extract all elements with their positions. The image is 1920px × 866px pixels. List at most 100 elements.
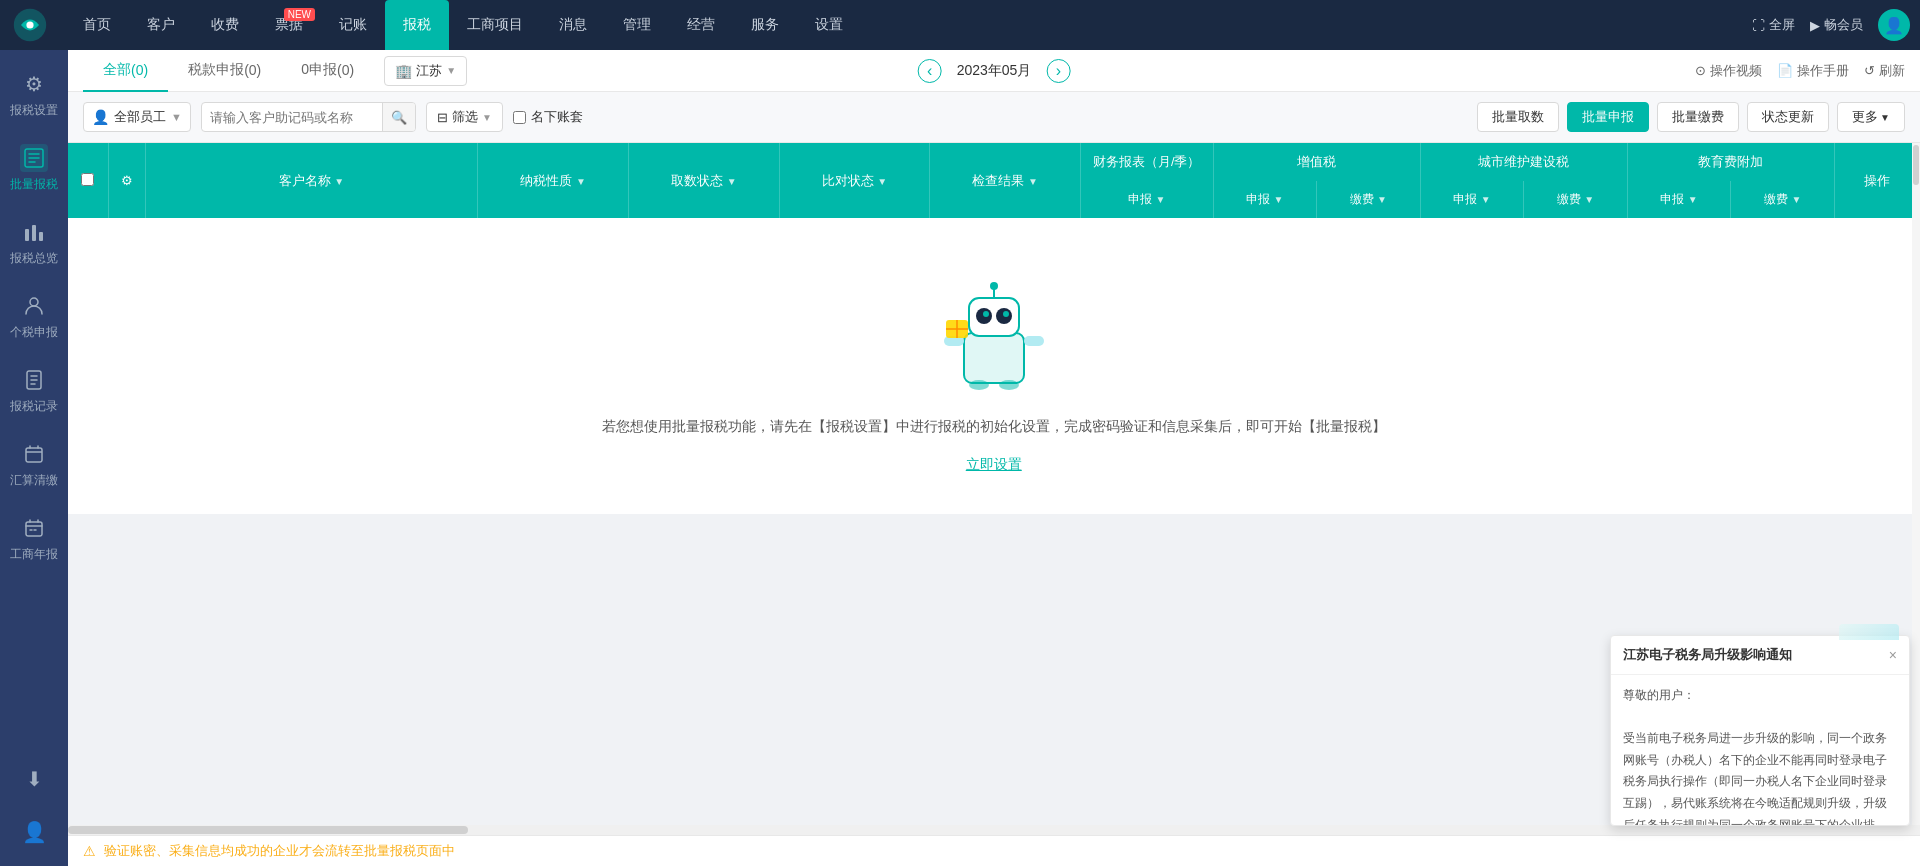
employee-select[interactable]: 👤 全部员工 ▼ — [83, 102, 191, 132]
member-btn[interactable]: ▶ 畅会员 — [1810, 16, 1863, 34]
empty-state: 若您想使用批量报税功能，请先在【报税设置】中进行报税的初始化设置，完成密码验证和… — [68, 218, 1920, 514]
settlement-icon — [20, 440, 48, 468]
warning-icon: ⚠ — [83, 843, 96, 859]
th-operation: 操作 — [1834, 143, 1919, 218]
more-button[interactable]: 更多 ▼ — [1837, 102, 1905, 132]
search-button[interactable]: 🔍 — [382, 102, 415, 132]
tab-zero-declaration[interactable]: 0申报(0) — [281, 50, 374, 92]
region-select[interactable]: 🏢 江苏 ▼ — [384, 56, 467, 86]
nav-operations[interactable]: 经营 — [669, 0, 733, 50]
batch-declare-button[interactable]: 批量申报 — [1567, 102, 1649, 132]
tab-all[interactable]: 全部(0) — [83, 50, 168, 92]
sidebar-download[interactable]: ⬇ — [15, 755, 53, 803]
svg-rect-3 — [25, 229, 29, 241]
more-chevron-icon: ▼ — [1880, 112, 1890, 123]
nav-customer[interactable]: 客户 — [129, 0, 193, 50]
svg-point-16 — [1003, 311, 1009, 317]
logo[interactable] — [10, 5, 50, 45]
th-fetch-status: 取数状态 ▼ — [628, 143, 779, 218]
sidebar-item-tax-records[interactable]: 报税记录 — [0, 356, 68, 425]
sidebar-bottom: ⬇ 👤 — [15, 755, 53, 856]
notification-panel: 江苏电子税务局升级影响通知 × 尊敬的用户： 受当前电子税务局进一步升级的影响，… — [1610, 635, 1910, 826]
batch-fetch-button[interactable]: 批量取数 — [1477, 102, 1559, 132]
check-filter-icon[interactable]: ▼ — [1028, 176, 1038, 187]
vat-declare-filter-icon[interactable]: ▼ — [1274, 194, 1284, 205]
svg-point-18 — [990, 282, 998, 290]
nav-manage[interactable]: 管理 — [605, 0, 669, 50]
fr-declare-filter-icon[interactable]: ▼ — [1155, 194, 1165, 205]
customer-filter-icon[interactable]: ▼ — [334, 176, 344, 187]
user-icon: 👤 — [20, 818, 48, 846]
sub-accounts-checkbox[interactable] — [513, 111, 526, 124]
nav-business[interactable]: 工商项目 — [449, 0, 541, 50]
sidebar-user[interactable]: 👤 — [15, 808, 53, 856]
member-icon: ▶ — [1810, 18, 1820, 33]
prev-month-btn[interactable]: ‹ — [918, 59, 942, 83]
batch-pay-button[interactable]: 批量缴费 — [1657, 102, 1739, 132]
fetch-filter-icon[interactable]: ▼ — [727, 176, 737, 187]
filter-button[interactable]: ⊟ 筛选 ▼ — [426, 102, 503, 132]
nav-home[interactable]: 首页 — [65, 0, 129, 50]
tab-tax-declaration[interactable]: 税款申报(0) — [168, 50, 281, 92]
nav-billing[interactable]: 收费 — [193, 0, 257, 50]
notification-title: 江苏电子税务局升级影响通知 — [1623, 646, 1792, 664]
vat-pay-filter-icon[interactable]: ▼ — [1377, 194, 1387, 205]
h-scrollbar[interactable] — [68, 825, 1920, 835]
nav-invoice[interactable]: 票据 NEW — [257, 0, 321, 50]
empty-state-row: 若您想使用批量报税功能，请先在【报税设置】中进行报税的初始化设置，完成密码验证和… — [68, 218, 1920, 514]
month-nav: ‹ 2023年05月 › — [918, 59, 1071, 83]
tax-nature-filter-icon[interactable]: ▼ — [576, 176, 586, 187]
v-scrollbar[interactable] — [1912, 143, 1920, 825]
notification-decoration — [1839, 624, 1899, 640]
setup-link[interactable]: 立即设置 — [966, 456, 1022, 474]
status-update-button[interactable]: 状态更新 — [1747, 102, 1829, 132]
sidebar-item-personal-tax[interactable]: 个税申报 — [0, 282, 68, 351]
nav-message[interactable]: 消息 — [541, 0, 605, 50]
toolbar-right: 批量取数 批量申报 批量缴费 状态更新 更多 ▼ — [1477, 102, 1905, 132]
nav-tax[interactable]: 报税 — [385, 0, 449, 50]
checkbox-label[interactable]: 名下账套 — [513, 108, 583, 126]
sidebar-item-annual-report[interactable]: 工商年报 — [0, 504, 68, 573]
fullscreen-icon: ⛶ — [1752, 18, 1765, 33]
city-pay-filter-icon[interactable]: ▼ — [1584, 194, 1594, 205]
sidebar-item-tax-settings[interactable]: ⚙ 报税设置 — [0, 60, 68, 129]
nav-settings[interactable]: 设置 — [797, 0, 861, 50]
notification-close-btn[interactable]: × — [1889, 647, 1897, 663]
edu-declare-filter-icon[interactable]: ▼ — [1688, 194, 1698, 205]
th-city-declare: 申报 ▼ — [1420, 181, 1524, 218]
annual-report-icon — [20, 514, 48, 542]
notification-line-1: 尊敬的用户： — [1623, 685, 1897, 707]
settings-icon[interactable]: ⚙ — [121, 173, 133, 188]
search-box: 🔍 — [201, 102, 416, 132]
empty-state-cell: 若您想使用批量报税功能，请先在【报税设置】中进行报税的初始化设置，完成密码验证和… — [68, 218, 1920, 514]
download-icon: ⬇ — [20, 765, 48, 793]
next-month-btn[interactable]: › — [1046, 59, 1070, 83]
refresh-btn[interactable]: ↺ 刷新 — [1864, 62, 1905, 80]
nav-service[interactable]: 服务 — [733, 0, 797, 50]
city-declare-filter-icon[interactable]: ▼ — [1481, 194, 1491, 205]
sidebar-item-settlement[interactable]: 汇算清缴 — [0, 430, 68, 499]
robot-illustration — [934, 278, 1054, 398]
personal-tax-icon — [20, 292, 48, 320]
region-icon: 🏢 — [395, 63, 412, 79]
svg-rect-8 — [26, 448, 42, 462]
compare-filter-icon[interactable]: ▼ — [877, 176, 887, 187]
th-check-result: 检查结果 ▼ — [930, 143, 1081, 218]
select-all-checkbox[interactable] — [81, 173, 94, 186]
th-customer-name: 客户名称 ▼ — [145, 143, 478, 218]
video-btn[interactable]: ⊙ 操作视频 — [1695, 62, 1762, 80]
tax-overview-icon — [20, 218, 48, 246]
th-tax-nature: 纳税性质 ▼ — [478, 143, 629, 218]
sidebar-item-tax-overview[interactable]: 报税总览 — [0, 208, 68, 277]
filter-chevron-icon: ▼ — [482, 112, 492, 123]
sidebar-item-batch-tax[interactable]: 批量报税 — [0, 134, 68, 203]
svg-rect-20 — [1024, 336, 1044, 346]
manual-btn[interactable]: 📄 操作手册 — [1777, 62, 1849, 80]
svg-point-1 — [26, 21, 33, 28]
fullscreen-btn[interactable]: ⛶ 全屏 — [1752, 16, 1795, 34]
th-compare-status: 比对状态 ▼ — [779, 143, 930, 218]
user-avatar[interactable]: 👤 — [1878, 9, 1910, 41]
edu-pay-filter-icon[interactable]: ▼ — [1791, 194, 1801, 205]
search-input[interactable] — [202, 106, 382, 129]
nav-bookkeeping[interactable]: 记账 — [321, 0, 385, 50]
